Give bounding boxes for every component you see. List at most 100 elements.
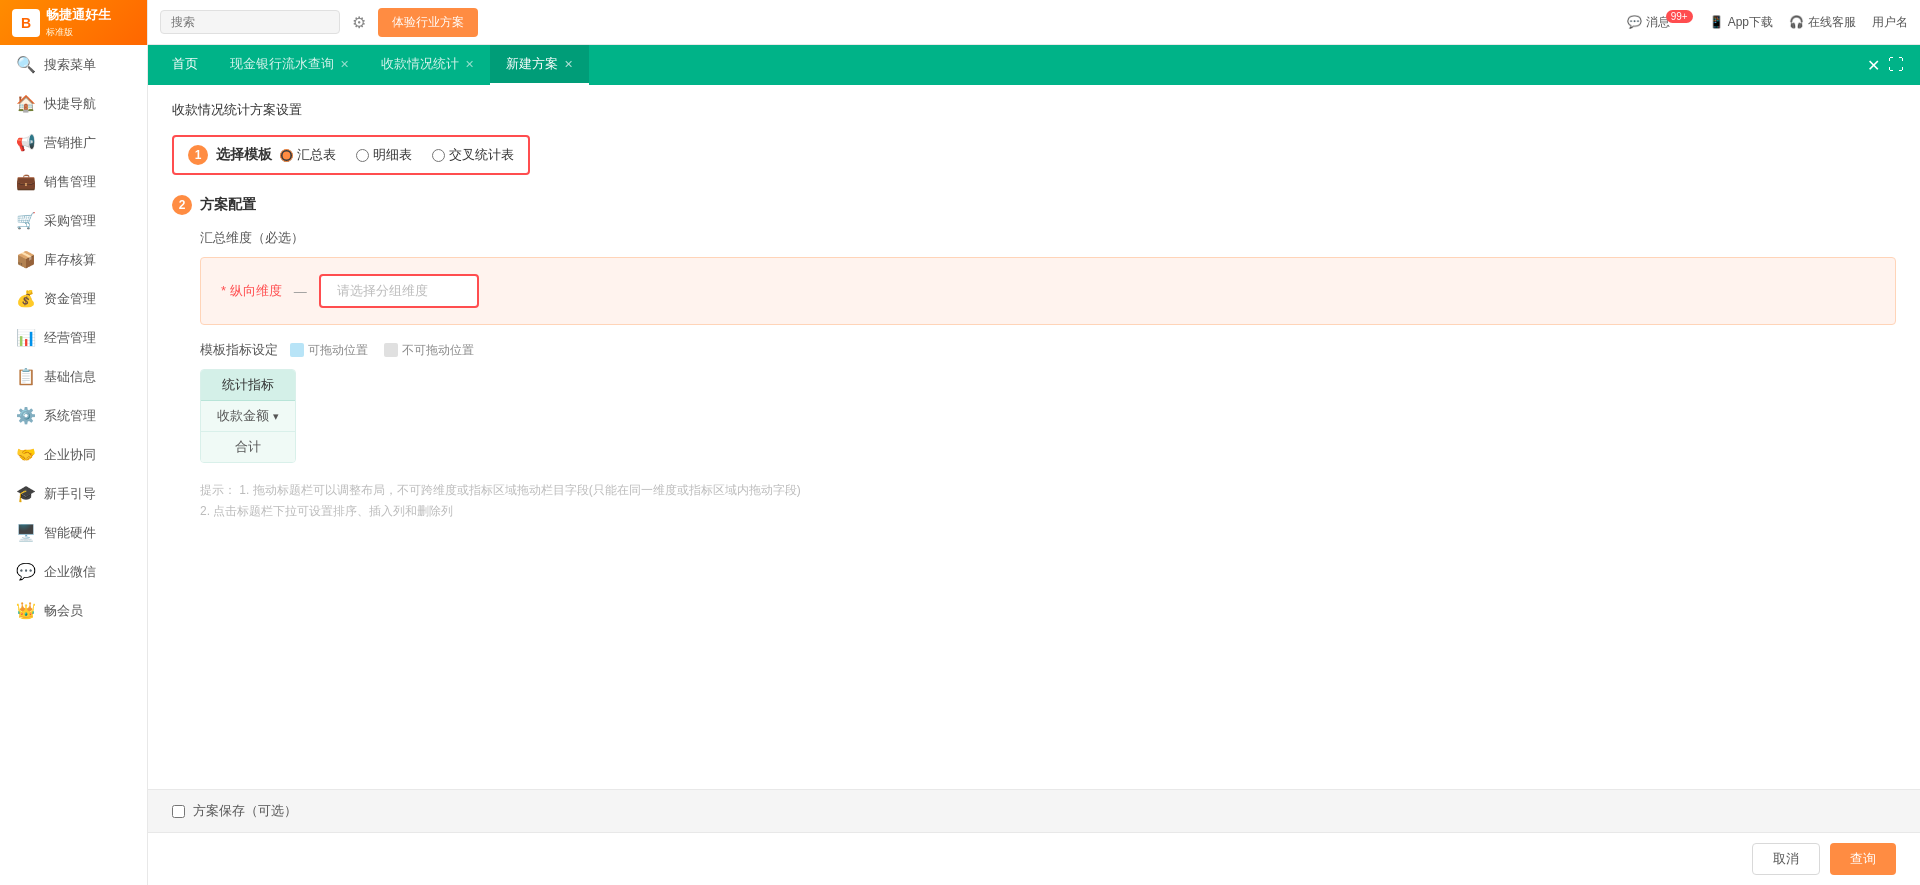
legend-draggable-label: 可拖动位置 <box>308 342 368 359</box>
metrics-table-wrapper: 统计指标 收款金额 ▾ <box>200 369 296 463</box>
tab-close-all-icon[interactable]: ✕ <box>1867 56 1880 75</box>
sidebar-item-label: 营销推广 <box>44 134 96 152</box>
table-row: 合计 <box>201 432 295 463</box>
sidebar-item-guide[interactable]: 🎓 新手引导 <box>0 474 147 513</box>
sidebar-item-label: 搜索菜单 <box>44 56 96 74</box>
sidebar-item-label: 采购管理 <box>44 212 96 230</box>
purchase-icon: 🛒 <box>16 211 36 230</box>
tab-cashflow[interactable]: 现金银行流水查询 ✕ <box>214 45 365 85</box>
message-icon: 💬 <box>1627 15 1642 29</box>
page-title: 收款情况统计方案设置 <box>172 101 1896 119</box>
topbar-right: 💬 消息 99+ 📱 App下载 🎧 在线客服 用户名 <box>1627 14 1908 31</box>
management-icon: 📊 <box>16 328 36 347</box>
tab-expand-icon[interactable]: ⛶ <box>1888 56 1904 74</box>
metrics-col-amount[interactable]: 收款金额 ▾ <box>201 401 295 432</box>
radio-detail-input[interactable] <box>356 149 369 162</box>
sidebar-item-label: 资金管理 <box>44 290 96 308</box>
radio-detail[interactable]: 明细表 <box>356 146 412 164</box>
system-icon: ⚙️ <box>16 406 36 425</box>
sidebar-item-label: 快捷导航 <box>44 95 96 113</box>
user-name[interactable]: 用户名 <box>1872 14 1908 31</box>
sidebar-item-finance[interactable]: 💰 资金管理 <box>0 279 147 318</box>
member-icon: 👑 <box>16 601 36 620</box>
content-area: 收款情况统计方案设置 1 选择模板 汇总表 <box>148 85 1920 885</box>
template-radio-group: 汇总表 明细表 交叉统计表 <box>280 146 514 164</box>
brand-name: 畅捷通好生 <box>46 6 111 24</box>
sidebar-item-label: 销售管理 <box>44 173 96 191</box>
legend-not-draggable: 不可拖动位置 <box>384 342 474 359</box>
dimension-select[interactable]: 请选择分组维度 <box>319 274 479 308</box>
step2-title: 方案配置 <box>200 196 256 214</box>
app-download-button[interactable]: 📱 App下载 <box>1709 14 1773 31</box>
sidebar: B 畅捷通好生 标准版 🔍 搜索菜单 🏠 快捷导航 📢 营销推广 💼 销售管理 … <box>0 0 148 885</box>
basic-info-icon: 📋 <box>16 367 36 386</box>
finance-icon: 💰 <box>16 289 36 308</box>
tab-cashflow-close-icon[interactable]: ✕ <box>340 58 349 71</box>
query-button[interactable]: 查询 <box>1830 843 1896 875</box>
sidebar-item-marketing[interactable]: 📢 营销推广 <box>0 123 147 162</box>
collab-icon: 🤝 <box>16 445 36 464</box>
sidebar-item-system[interactable]: ⚙️ 系统管理 <box>0 396 147 435</box>
message-count: 99+ <box>1666 10 1693 23</box>
trial-button[interactable]: 体验行业方案 <box>378 8 478 37</box>
sidebar-item-label: 企业微信 <box>44 563 96 581</box>
cancel-button[interactable]: 取消 <box>1752 843 1820 875</box>
metrics-header-label: 统计指标 <box>222 377 274 392</box>
sidebar-item-wechat[interactable]: 💬 企业微信 <box>0 552 147 591</box>
tab-new-plan[interactable]: 新建方案 ✕ <box>490 45 589 85</box>
metrics-header: 模板指标设定 可拖动位置 不可拖动位置 <box>200 341 1896 359</box>
save-checkbox[interactable] <box>172 805 185 818</box>
amount-label: 收款金额 <box>217 407 269 425</box>
content-inner: 收款情况统计方案设置 1 选择模板 汇总表 <box>148 85 1920 789</box>
save-label[interactable]: 方案保存（可选） <box>193 802 297 820</box>
step2-section: 2 方案配置 汇总维度（必选） * 纵向维度 — 请选择分组维度 <box>172 195 1896 520</box>
brand-badge: 标准版 <box>46 26 111 39</box>
sidebar-item-label: 系统管理 <box>44 407 96 425</box>
metrics-col-total: 合计 <box>201 432 295 463</box>
sidebar-item-member[interactable]: 👑 畅会员 <box>0 591 147 630</box>
gear-icon[interactable]: ⚙ <box>352 13 366 32</box>
chevron-down-icon[interactable]: ▾ <box>273 410 279 423</box>
metrics-table: 统计指标 收款金额 ▾ <box>201 370 295 462</box>
sidebar-item-label: 新手引导 <box>44 485 96 503</box>
message-button[interactable]: 💬 消息 99+ <box>1627 14 1693 31</box>
sidebar-item-collab[interactable]: 🤝 企业协同 <box>0 435 147 474</box>
metrics-label: 模板指标设定 <box>200 341 278 359</box>
tab-new-plan-label: 新建方案 <box>506 55 558 73</box>
online-service-button[interactable]: 🎧 在线客服 <box>1789 14 1856 31</box>
sidebar-item-basic-info[interactable]: 📋 基础信息 <box>0 357 147 396</box>
brand-icon: B <box>12 9 40 37</box>
tab-receipts-label: 收款情况统计 <box>381 55 459 73</box>
sidebar-item-search[interactable]: 🔍 搜索菜单 <box>0 45 147 84</box>
hardware-icon: 🖥️ <box>16 523 36 542</box>
home-icon: 🏠 <box>16 94 36 113</box>
search-menu-icon: 🔍 <box>16 55 36 74</box>
sidebar-item-label: 智能硬件 <box>44 524 96 542</box>
wechat-icon: 💬 <box>16 562 36 581</box>
search-input[interactable] <box>160 10 340 34</box>
radio-summary-label: 汇总表 <box>297 146 336 164</box>
tab-new-plan-close-icon[interactable]: ✕ <box>564 58 573 71</box>
sidebar-item-hardware[interactable]: 🖥️ 智能硬件 <box>0 513 147 552</box>
sidebar-item-sales[interactable]: 💼 销售管理 <box>0 162 147 201</box>
sales-icon: 💼 <box>16 172 36 191</box>
tab-receipts-close-icon[interactable]: ✕ <box>465 58 474 71</box>
guide-icon: 🎓 <box>16 484 36 503</box>
radio-detail-label: 明细表 <box>373 146 412 164</box>
tab-home[interactable]: 首页 <box>156 45 214 85</box>
radio-summary[interactable]: 汇总表 <box>280 146 336 164</box>
sidebar-item-home[interactable]: 🏠 快捷导航 <box>0 84 147 123</box>
sidebar-item-inventory[interactable]: 📦 库存核算 <box>0 240 147 279</box>
radio-cross[interactable]: 交叉统计表 <box>432 146 514 164</box>
legend-draggable: 可拖动位置 <box>290 342 368 359</box>
tab-receipts[interactable]: 收款情况统计 ✕ <box>365 45 490 85</box>
sidebar-item-purchase[interactable]: 🛒 采购管理 <box>0 201 147 240</box>
sidebar-item-management[interactable]: 📊 经营管理 <box>0 318 147 357</box>
tip2: 2. 点击标题栏下拉可设置排序、插入列和删除列 <box>200 503 1896 520</box>
radio-summary-input[interactable] <box>280 149 293 162</box>
tab-home-label: 首页 <box>172 55 198 73</box>
radio-cross-input[interactable] <box>432 149 445 162</box>
not-draggable-dot <box>384 343 398 357</box>
total-label: 合计 <box>235 439 261 454</box>
sidebar-item-label: 基础信息 <box>44 368 96 386</box>
